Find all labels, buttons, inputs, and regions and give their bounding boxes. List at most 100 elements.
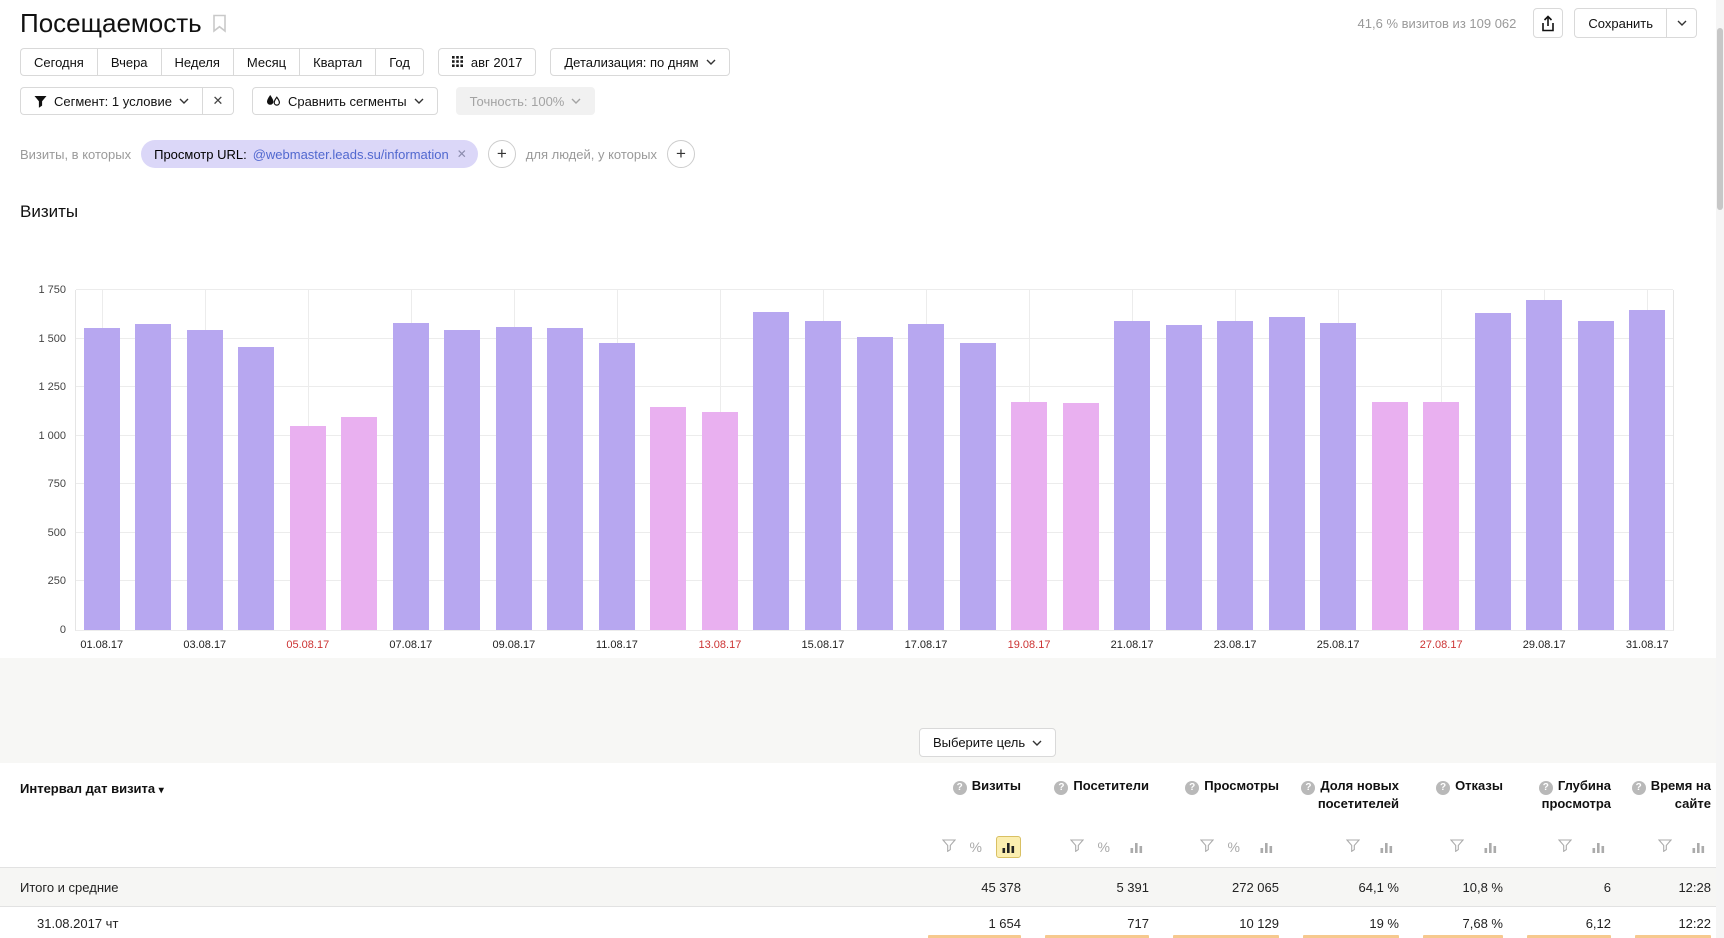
percent-toggle-icon[interactable]: % xyxy=(970,839,982,855)
help-icon[interactable]: ? xyxy=(1436,781,1451,795)
chart-bar[interactable] xyxy=(1474,312,1511,630)
detail-select[interactable]: Детализация: по дням xyxy=(550,48,730,76)
chart-bar[interactable] xyxy=(856,337,893,630)
chart-bar[interactable] xyxy=(1320,323,1357,630)
export-button[interactable] xyxy=(1533,8,1564,38)
segment-button[interactable]: Сегмент: 1 условие xyxy=(20,87,202,115)
help-icon[interactable]: ? xyxy=(1631,781,1646,795)
period-button-3[interactable]: Неделя xyxy=(160,48,233,76)
row-dimension-header[interactable]: Интервал дат визита ▾ xyxy=(20,781,164,796)
chart-toggle-icon[interactable] xyxy=(1686,836,1711,858)
bookmark-icon[interactable] xyxy=(212,14,227,33)
filter-funnel-icon[interactable] xyxy=(1345,839,1361,855)
chart-bar[interactable] xyxy=(908,324,945,630)
chart-bar[interactable] xyxy=(186,329,223,630)
column-metric-controls xyxy=(1557,836,1611,858)
chart-bar[interactable] xyxy=(1577,321,1614,630)
x-axis-label: 05.08.17 xyxy=(286,639,330,651)
chart-bar[interactable] xyxy=(1371,401,1408,630)
chart-bar[interactable] xyxy=(1165,325,1202,630)
filter-funnel-icon[interactable] xyxy=(1345,839,1361,853)
chart-toggle-icon[interactable] xyxy=(1254,836,1279,858)
chart-bar[interactable] xyxy=(1011,401,1048,630)
filter-funnel-icon[interactable] xyxy=(1199,839,1214,855)
chip-remove-icon[interactable]: ✕ xyxy=(457,147,467,161)
chart-bar[interactable] xyxy=(392,323,429,630)
period-button-2[interactable]: Вчера xyxy=(96,48,161,76)
chart-toggle-icon[interactable] xyxy=(996,836,1021,858)
filter-funnel-icon[interactable] xyxy=(941,839,956,853)
chart-bar[interactable] xyxy=(598,343,635,630)
percent-toggle-icon[interactable]: % xyxy=(1228,839,1240,855)
sort-desc-icon[interactable]: ▾ xyxy=(159,785,164,796)
percent-toggle-icon[interactable]: % xyxy=(1098,839,1110,855)
calendar-button[interactable]: авг 2017 xyxy=(437,48,537,76)
filter-funnel-icon[interactable] xyxy=(1657,839,1673,853)
chart-bar[interactable] xyxy=(701,412,738,630)
column-header-3[interactable]: ? Просмотры% xyxy=(1149,763,1279,867)
help-icon[interactable]: ? xyxy=(952,781,967,795)
chart-bar[interactable] xyxy=(1062,403,1099,630)
chart-bar[interactable] xyxy=(135,324,172,630)
period-button-4[interactable]: Месяц xyxy=(232,48,300,76)
filter-chip[interactable]: Просмотр URL: @webmaster.leads.su/inform… xyxy=(141,140,478,168)
save-menu-button[interactable] xyxy=(1667,8,1697,38)
y-axis-label: 250 xyxy=(47,575,66,588)
help-icon[interactable]: ? xyxy=(1301,781,1316,795)
filter-funnel-icon[interactable] xyxy=(1657,839,1673,855)
column-header-4[interactable]: ? Доля новых посетителей xyxy=(1279,763,1399,867)
chart-bar[interactable] xyxy=(959,343,996,630)
chart-bar[interactable] xyxy=(1268,317,1305,630)
row-label[interactable]: 31.08.2017 чт xyxy=(20,916,904,931)
add-people-condition-button[interactable]: + xyxy=(666,140,695,168)
chart-bar[interactable] xyxy=(1423,401,1460,630)
chart-bar[interactable] xyxy=(753,312,790,630)
save-button[interactable]: Сохранить xyxy=(1574,8,1667,38)
column-header-5[interactable]: ? Отказы xyxy=(1399,763,1503,867)
chart-toggle-icon[interactable] xyxy=(1586,836,1611,858)
column-header-2[interactable]: ? Посетители% xyxy=(1021,763,1149,867)
chart-bar[interactable] xyxy=(1217,321,1254,630)
column-header-1[interactable]: ? Визиты% xyxy=(904,763,1021,867)
filter-funnel-icon[interactable] xyxy=(1557,839,1573,853)
cell-value: 6 xyxy=(1603,879,1611,895)
chart-bar[interactable] xyxy=(444,329,481,630)
chart-toggle-icon[interactable] xyxy=(1478,836,1503,858)
scrollbar-thumb[interactable] xyxy=(1717,28,1723,210)
segment-clear-button[interactable]: ✕ xyxy=(201,87,234,115)
period-button-1[interactable]: Сегодня xyxy=(20,48,97,76)
help-icon[interactable]: ? xyxy=(1054,781,1069,795)
chart-bar[interactable] xyxy=(1114,321,1151,630)
chart-toggle-icon[interactable] xyxy=(1374,836,1399,858)
chart-bar[interactable] xyxy=(495,326,532,630)
chart-bar[interactable] xyxy=(83,327,120,630)
period-button-5[interactable]: Квартал xyxy=(299,48,376,76)
column-header-7[interactable]: ? Время на сайте xyxy=(1611,763,1711,867)
filter-funnel-icon[interactable] xyxy=(1069,839,1084,855)
filter-funnel-icon[interactable] xyxy=(1069,839,1084,853)
chart-bar[interactable] xyxy=(804,321,841,630)
filter-funnel-icon[interactable] xyxy=(1199,839,1214,853)
add-visit-condition-button[interactable]: + xyxy=(487,140,516,168)
calendar-label: авг 2017 xyxy=(470,54,523,70)
compare-segments-button[interactable]: Сравнить сегменты xyxy=(251,87,438,115)
help-icon[interactable]: ? xyxy=(1538,781,1553,795)
chart-bar[interactable] xyxy=(1526,299,1563,630)
chart-toggle-icon[interactable] xyxy=(1124,836,1149,858)
chart-bar[interactable] xyxy=(650,406,687,630)
goal-select-button[interactable]: Выберите цель xyxy=(919,728,1057,757)
chart-bar[interactable] xyxy=(289,425,326,630)
scrollbar xyxy=(1716,0,1724,938)
x-axis-label: 27.08.17 xyxy=(1419,639,1463,651)
help-icon[interactable]: ? xyxy=(1185,781,1200,795)
chart-bar[interactable] xyxy=(1629,309,1666,630)
chart-bar[interactable] xyxy=(341,417,378,630)
period-button-6[interactable]: Год xyxy=(375,48,424,76)
chart-bar[interactable] xyxy=(547,328,584,630)
chart-bar[interactable] xyxy=(238,346,275,630)
filter-funnel-icon[interactable] xyxy=(941,839,956,855)
filter-funnel-icon[interactable] xyxy=(1449,839,1465,855)
filter-funnel-icon[interactable] xyxy=(1557,839,1573,855)
column-header-6[interactable]: ? Глубина просмотра xyxy=(1503,763,1611,867)
filter-funnel-icon[interactable] xyxy=(1449,839,1465,853)
